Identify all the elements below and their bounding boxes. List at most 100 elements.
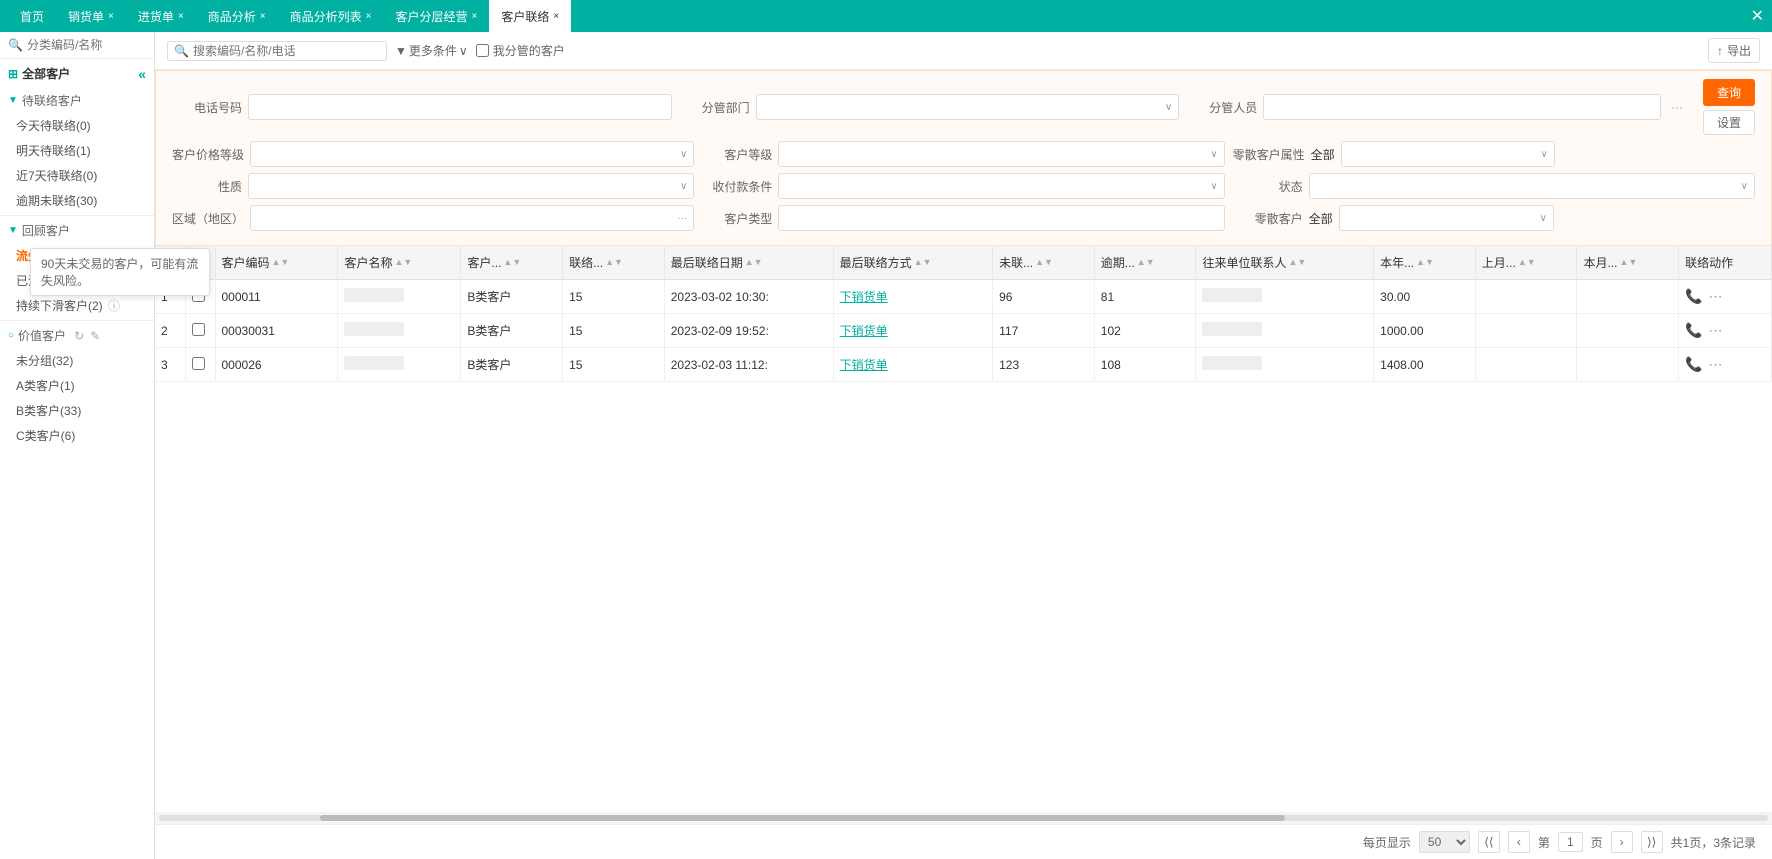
sort-icon[interactable]: ▲▼	[1518, 258, 1536, 267]
tab-purchase[interactable]: 进货单 ×	[126, 0, 196, 32]
sort-icon[interactable]: ▲▼	[605, 258, 623, 267]
tab-analysis[interactable]: 商品分析 ×	[196, 0, 278, 32]
zero-val: 全部	[1309, 210, 1333, 227]
horizontal-scrollbar[interactable]	[155, 812, 1772, 824]
status-select[interactable]: ∨	[1309, 173, 1755, 199]
more-conditions-btn[interactable]: ▼ 更多条件 ∨	[395, 42, 468, 59]
refresh-icon[interactable]: ↻	[74, 329, 84, 343]
sidebar-item-b-class[interactable]: B类客户(33)	[0, 398, 154, 423]
chevron-down-icon: ∨	[1165, 102, 1172, 113]
sidebar-item-tomorrow[interactable]: 明天待联络(1)	[0, 138, 154, 163]
home-tab[interactable]: 首页	[8, 0, 56, 32]
row-last-month	[1475, 280, 1577, 314]
sort-icon[interactable]: ▲▼	[1416, 258, 1434, 267]
last-method-link[interactable]: 下销货单	[840, 358, 888, 372]
row-select-checkbox[interactable]	[192, 323, 205, 336]
sidebar-item-c-class[interactable]: C类客户(6)	[0, 423, 154, 448]
pending-contact-group[interactable]: ▼ 待联络客户	[0, 88, 154, 113]
tab-analysis-list[interactable]: 商品分析列表 ×	[278, 0, 384, 32]
sort-icon[interactable]: ▲▼	[745, 258, 763, 267]
sidebar-item-overdue[interactable]: 逾期未联络(30)	[0, 188, 154, 213]
person-select[interactable]	[1263, 94, 1661, 120]
chevron-down-icon: ∨	[680, 149, 687, 160]
next-page-btn[interactable]: ›	[1611, 831, 1633, 853]
blurred-liaison	[1202, 322, 1262, 336]
dept-select[interactable]: ∨	[756, 94, 1180, 120]
collapse-icon[interactable]: «	[138, 66, 146, 82]
area-select[interactable]: ···	[250, 205, 694, 231]
sort-icon[interactable]: ▲▼	[1288, 258, 1306, 267]
phone-input[interactable]	[248, 94, 672, 120]
row-overdue: 102	[1094, 314, 1196, 348]
grid-icon: ⊞	[8, 67, 18, 81]
sort-icon[interactable]: ▲▼	[1619, 258, 1637, 267]
sidebar-item-ungroup[interactable]: 未分组(32)	[0, 348, 154, 373]
prev-page-btn[interactable]: ‹	[1508, 831, 1530, 853]
value-group[interactable]: ○ 价值客户 ↻ ✎	[0, 323, 154, 348]
close-icon[interactable]: ×	[178, 11, 184, 22]
close-icon[interactable]: ×	[108, 11, 114, 22]
sort-icon[interactable]: ▲▼	[503, 258, 521, 267]
sidebar-item-today[interactable]: 今天待联络(0)	[0, 113, 154, 138]
th-type: 客户... ▲▼	[461, 246, 563, 280]
contact-icon[interactable]: 📞	[1685, 322, 1702, 339]
close-icon[interactable]: ×	[471, 11, 477, 22]
sort-icon[interactable]: ▲▼	[1035, 258, 1053, 267]
payment-select[interactable]: ∨	[778, 173, 1224, 199]
filter-row-1: 电话号码 分管部门 ∨ 分管人员 ···	[172, 79, 1755, 135]
review-group[interactable]: ▼ 回顾客户	[0, 218, 154, 243]
last-method-link[interactable]: 下销货单	[840, 290, 888, 304]
close-icon[interactable]: ×	[260, 11, 266, 22]
filter-price-level: 客户价格等级 ∨	[172, 141, 694, 167]
contact-icon[interactable]: 📞	[1685, 288, 1702, 305]
more-action-icon[interactable]: ⋯	[1709, 356, 1723, 373]
scroll-track	[159, 815, 1768, 821]
search-input[interactable]	[193, 44, 380, 58]
sidebar-item-declining[interactable]: 持续下滑客户(2) ⓘ	[0, 293, 154, 318]
tab-sales[interactable]: 销货单 ×	[56, 0, 126, 32]
window-close-button[interactable]: ✕	[1751, 6, 1764, 26]
zero-attr-select[interactable]: ∨	[1341, 141, 1555, 167]
row-select-checkbox[interactable]	[192, 357, 205, 370]
page-label: 第	[1538, 834, 1550, 851]
edit-icon[interactable]: ✎	[90, 329, 100, 343]
sort-icon[interactable]: ▲▼	[1137, 258, 1155, 267]
first-page-btn[interactable]: ⟨⟨	[1478, 831, 1500, 853]
close-icon[interactable]: ×	[553, 11, 559, 22]
my-customers-check[interactable]	[476, 44, 489, 57]
sort-icon[interactable]: ▲▼	[394, 258, 412, 267]
main-layout: 🔍 ⊞ 全部客户 « ▼ 待联络客户 今天待联络(0) 明天待联络(1) 近7天…	[0, 32, 1772, 859]
type-select[interactable]	[778, 205, 1224, 231]
level-select[interactable]: ∨	[778, 141, 1224, 167]
contact-icon[interactable]: 📞	[1685, 356, 1702, 373]
sort-icon[interactable]: ▲▼	[914, 258, 932, 267]
last-method-link[interactable]: 下销货单	[840, 324, 888, 338]
scroll-thumb[interactable]	[320, 815, 1285, 821]
area-label: 区域（地区）	[172, 210, 244, 227]
more-action-icon[interactable]: ⋯	[1709, 322, 1723, 339]
more-action-icon[interactable]: ⋯	[1709, 288, 1723, 305]
close-icon[interactable]: ×	[366, 11, 372, 22]
chevron-down-icon: ∨	[1741, 181, 1748, 192]
last-page-btn[interactable]: ⟩⟩	[1641, 831, 1663, 853]
per-page-select[interactable]: 50 100	[1419, 831, 1470, 853]
gender-select[interactable]: ∨	[248, 173, 694, 199]
tab-sales-label: 销货单	[68, 8, 104, 25]
more-icon[interactable]: ···	[1667, 98, 1687, 116]
sidebar-item-7days[interactable]: 近7天待联络(0)	[0, 163, 154, 188]
price-level-select[interactable]: ∨	[250, 141, 694, 167]
sort-icon[interactable]: ▲▼	[272, 258, 290, 267]
table-row: 3 000026 B类客户 15 2023-02-03 11:12: 下销货单 …	[155, 348, 1772, 382]
sidebar-search-input[interactable]	[27, 38, 146, 52]
chevron-down-icon: ∨	[1210, 149, 1217, 160]
sidebar-item-a-class[interactable]: A类客户(1)	[0, 373, 154, 398]
tab-customer-contact[interactable]: 客户联络 ×	[489, 0, 571, 32]
all-customers-title[interactable]: ⊞ 全部客户 «	[0, 59, 154, 88]
export-button[interactable]: ↑ 导出	[1708, 38, 1760, 63]
zero-select[interactable]: ∨	[1339, 205, 1554, 231]
settings-button[interactable]: 设置	[1703, 110, 1755, 135]
my-customers-checkbox[interactable]: 我分管的客户	[476, 42, 565, 59]
tab-customer-tier[interactable]: 客户分层经营 ×	[383, 0, 489, 32]
phone-label: 电话号码	[172, 99, 242, 116]
query-button[interactable]: 查询	[1703, 79, 1755, 106]
